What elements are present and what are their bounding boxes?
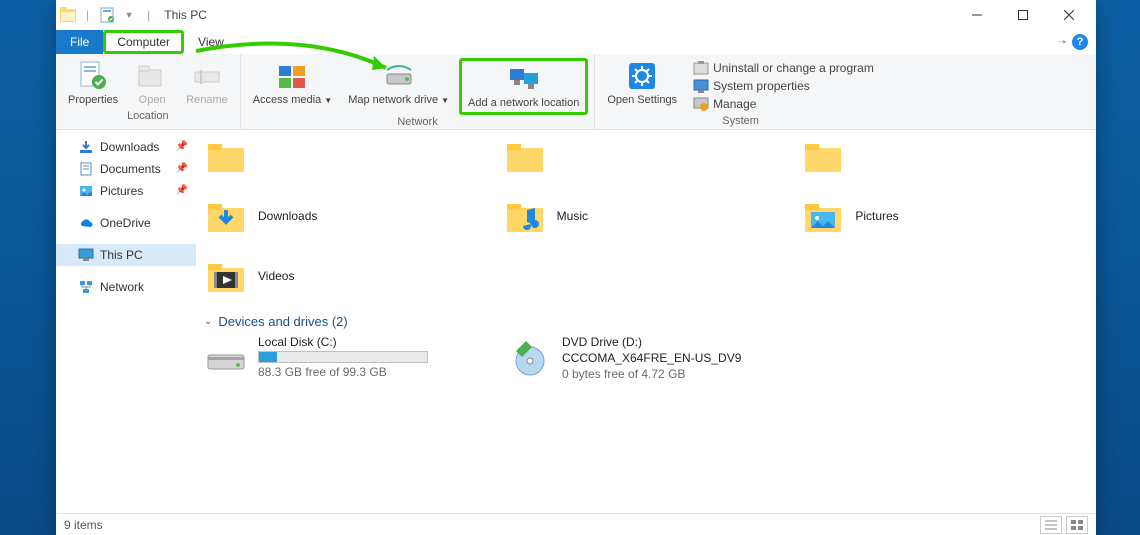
view-details-button[interactable] — [1040, 516, 1062, 534]
ribbon-group-location: Properties Open Rename Location — [56, 54, 241, 129]
sidebar-item-downloads[interactable]: Downloads 📌 — [56, 136, 196, 158]
drive-item-local-disk-c[interactable]: Local Disk (C:) 88.3 GB free of 99.3 GB — [204, 335, 484, 381]
pin-icon: 📌 — [176, 185, 188, 196]
access-media-button[interactable]: Access media ▼ — [247, 58, 338, 109]
system-properties-button[interactable]: System properties — [693, 78, 874, 94]
title-bar: | ▼ | This PC — [56, 0, 1096, 30]
ribbon-group-network: Access media ▼ Map network drive ▼ Add a… — [241, 54, 596, 129]
ribbon-collapse-icon[interactable]: ➝ — [1058, 37, 1066, 48]
folders-section: Downloads Music Pictures Videos — [204, 130, 1088, 302]
window-title: This PC — [164, 8, 207, 22]
tab-file[interactable]: File — [56, 30, 103, 54]
tab-computer[interactable]: Computer — [103, 30, 184, 54]
drive-label: CCCOMA_X64FRE_EN-US_DV9 — [562, 351, 741, 365]
view-icons-button[interactable] — [1066, 516, 1088, 534]
maximize-button[interactable] — [1000, 0, 1046, 30]
sidebar-item-pictures[interactable]: Pictures 📌 — [56, 180, 196, 202]
drive-free: 88.3 GB free of 99.3 GB — [258, 365, 428, 379]
uninstall-program-button[interactable]: Uninstall or change a program — [693, 60, 874, 76]
help-icon[interactable]: ? — [1072, 34, 1088, 50]
folder-item-music[interactable]: Music — [503, 190, 790, 242]
manage-icon — [693, 96, 709, 112]
folder-item-partial3[interactable] — [801, 130, 1088, 182]
map-network-drive-button[interactable]: Map network drive ▼ — [342, 58, 455, 109]
pictures-folder-icon — [801, 194, 845, 238]
status-item-count: 9 items — [64, 518, 103, 532]
ribbon: Properties Open Rename Location — [56, 54, 1096, 130]
folder-label: Music — [557, 209, 588, 223]
drive-free: 0 bytes free of 4.72 GB — [562, 367, 741, 381]
tab-view[interactable]: View — [184, 30, 238, 54]
qat-dropdown-icon[interactable]: ▼ — [121, 7, 137, 23]
downloads-icon — [78, 139, 94, 155]
open-button: Open — [128, 58, 176, 109]
add-network-location-button[interactable]: Add a network location — [459, 58, 588, 115]
sidebar-item-onedrive[interactable]: OneDrive — [56, 212, 196, 234]
minimize-button[interactable] — [954, 0, 1000, 30]
dvd-drive-icon — [508, 335, 552, 379]
map-drive-icon — [383, 60, 415, 92]
content-pane[interactable]: Downloads Music Pictures Videos ⌄ Device… — [196, 130, 1096, 513]
sidebar-item-this-pc[interactable]: This PC — [56, 244, 196, 266]
open-settings-button[interactable]: Open Settings — [601, 58, 683, 109]
close-button[interactable] — [1046, 0, 1092, 30]
status-bar: 9 items — [56, 513, 1096, 535]
manage-button[interactable]: Manage — [693, 96, 874, 112]
rename-icon — [191, 60, 223, 92]
settings-gear-icon — [626, 60, 658, 92]
pin-icon: 📌 — [176, 141, 188, 152]
uninstall-icon — [693, 60, 709, 76]
folder-item-downloads[interactable]: Downloads — [204, 190, 491, 242]
folder-icon — [204, 134, 248, 178]
add-network-location-icon — [508, 63, 540, 95]
ribbon-tabs: File Computer View ➝ ? — [56, 30, 1096, 54]
downloads-folder-icon — [204, 194, 248, 238]
network-icon — [78, 279, 94, 295]
devices-section-header[interactable]: ⌄ Devices and drives (2) — [204, 314, 1088, 329]
qat-properties-icon[interactable] — [99, 7, 115, 23]
folder-item-pictures[interactable]: Pictures — [801, 190, 1088, 242]
folder-label: Downloads — [258, 209, 317, 223]
properties-button[interactable]: Properties — [62, 58, 124, 109]
this-pc-icon — [78, 247, 94, 263]
folder-label: Pictures — [855, 209, 898, 223]
folder-icon — [503, 134, 547, 178]
drive-item-dvd-d[interactable]: DVD Drive (D:) CCCOMA_X64FRE_EN-US_DV9 0… — [508, 335, 788, 381]
documents-icon — [78, 161, 94, 177]
body-area: Downloads 📌 Documents 📌 Pictures 📌 OneDr… — [56, 130, 1096, 513]
folder-item-partial1[interactable] — [204, 130, 491, 182]
folder-item-partial2[interactable] — [503, 130, 790, 182]
system-props-icon — [693, 78, 709, 94]
drive-usage-bar — [258, 351, 428, 363]
videos-folder-icon — [204, 254, 248, 298]
navigation-sidebar: Downloads 📌 Documents 📌 Pictures 📌 OneDr… — [56, 130, 196, 513]
chevron-down-icon: ⌄ — [204, 316, 212, 327]
sidebar-item-documents[interactable]: Documents 📌 — [56, 158, 196, 180]
app-icon — [60, 7, 76, 23]
open-icon — [136, 60, 168, 92]
sidebar-item-network[interactable]: Network — [56, 276, 196, 298]
rename-button: Rename — [180, 58, 234, 109]
drive-name: DVD Drive (D:) — [562, 335, 741, 349]
folder-label: Videos — [258, 269, 294, 283]
music-folder-icon — [503, 194, 547, 238]
drive-name: Local Disk (C:) — [258, 335, 428, 349]
pictures-icon — [78, 183, 94, 199]
local-disk-icon — [204, 335, 248, 379]
explorer-window: | ▼ | This PC File Computer View ➝ ? — [56, 0, 1096, 535]
drives-section: Local Disk (C:) 88.3 GB free of 99.3 GB … — [204, 335, 1088, 381]
folder-item-videos[interactable]: Videos — [204, 250, 491, 302]
properties-icon — [77, 60, 109, 92]
pin-icon: 📌 — [176, 163, 188, 174]
ribbon-group-system: Open Settings Uninstall or change a prog… — [595, 54, 885, 129]
access-media-icon — [276, 60, 308, 92]
folder-icon — [801, 134, 845, 178]
onedrive-icon — [78, 215, 94, 231]
